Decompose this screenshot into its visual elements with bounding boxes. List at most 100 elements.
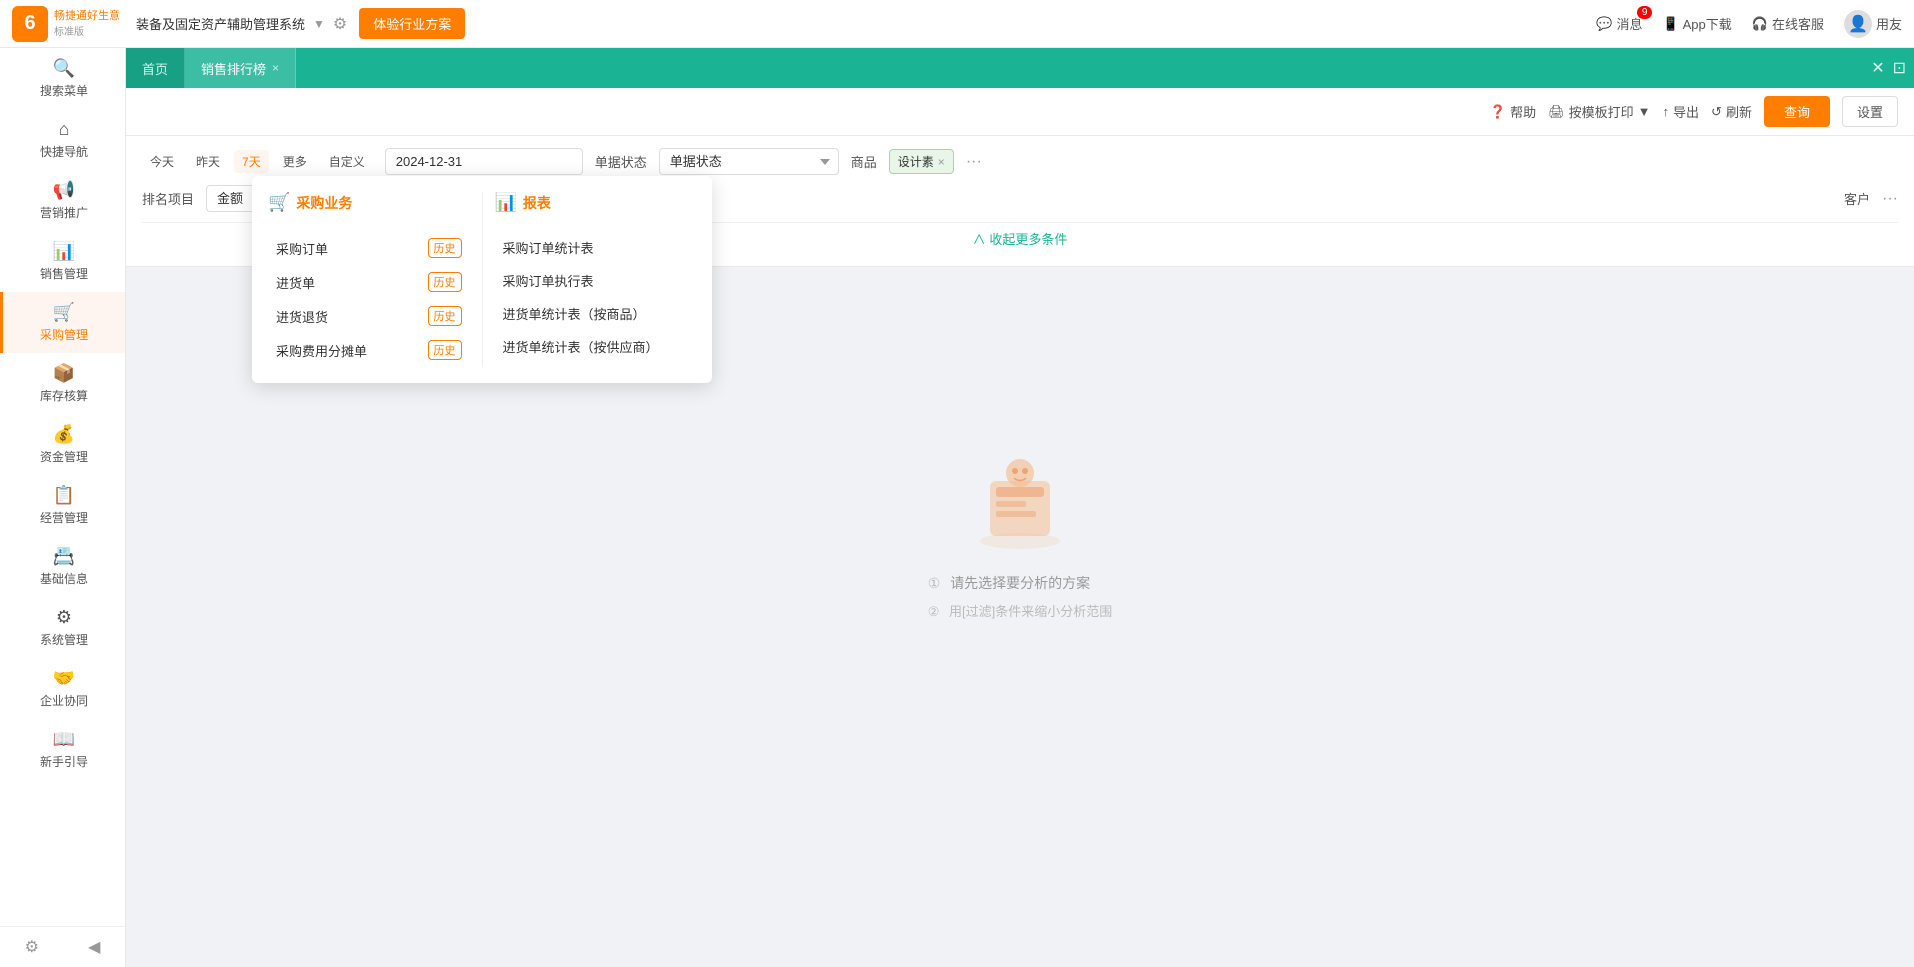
empty-hint-1: ① 请先选择要分析的方案 (928, 573, 1090, 593)
sidebar-item-label: 快捷导航 (40, 143, 88, 160)
tab-restore-btn[interactable]: ⊡ (1893, 58, 1906, 78)
help-btn[interactable]: ❓ 帮助 (1490, 102, 1536, 121)
goods-tag-close[interactable]: × (938, 155, 945, 169)
status-label: 单据状态 (595, 152, 647, 171)
online-service-item[interactable]: 🎧 在线客服 (1752, 14, 1824, 33)
date-btn-7days[interactable]: 7天 (234, 150, 269, 173)
sidebar-item-label: 新手引导 (40, 753, 88, 770)
message-icon: 💬 (1596, 16, 1612, 32)
export-btn[interactable]: ↑ 导出 (1663, 102, 1700, 121)
sidebar-settings-btn[interactable]: ⚙ (25, 937, 39, 957)
filter-row-1: 今天 昨天 7天 更多 自定义 单据状态 单据状态 (142, 148, 1898, 175)
sidebar-item-cooperation[interactable]: 🤝 企业协同 (0, 658, 125, 719)
print-btn[interactable]: 🖨 按模板打印 ▼ (1548, 102, 1650, 121)
report-col-title: 📊 报表 (495, 192, 697, 219)
status-select[interactable]: 单据状态 (659, 148, 839, 175)
logo-icon: 6 (12, 6, 48, 42)
menu-item-label: 采购订单 (276, 239, 328, 258)
sidebar-bottom: ⚙ ◀ (0, 926, 125, 967)
goods-filter-more[interactable]: ··· (966, 153, 982, 171)
report-col-label: 报表 (523, 193, 551, 213)
help-icon: ❓ (1490, 104, 1506, 120)
user-item[interactable]: 👤 用友 (1844, 10, 1902, 38)
date-range-input[interactable] (385, 148, 583, 175)
basic-info-icon: 📇 (53, 546, 75, 567)
refresh-btn[interactable]: ↺ 刷新 (1711, 102, 1752, 121)
menu-item-purchase-order-stat[interactable]: 采购订单统计表 (495, 231, 697, 264)
menu-item-receipt-stat-goods[interactable]: 进货单统计表（按商品） (495, 297, 697, 330)
sidebar-item-purchase[interactable]: 🛒 采购管理 (0, 292, 125, 353)
print-icon: 🖨 (1548, 104, 1565, 120)
date-btn-more[interactable]: 更多 (275, 150, 315, 173)
tab-right-controls: ✕ ⊡ (1871, 58, 1914, 78)
logo-area: 6 畅捷通好生意 标准版 (12, 6, 120, 42)
sidebar-item-operations[interactable]: 📋 经营管理 (0, 475, 125, 536)
industry-btn[interactable]: 体验行业方案 (359, 8, 465, 39)
sidebar-item-label: 搜索菜单 (40, 82, 88, 99)
collapse-icon: ∧ (973, 232, 986, 247)
purchase-dropdown-menu: 🛒 采购业务 采购订单 历史 进货单 历史 进货退货 (252, 176, 712, 383)
customer-label: 客户 (1844, 189, 1870, 208)
customer-filter-more[interactable]: ··· (1882, 190, 1898, 208)
menu-item-badge: 历史 (428, 238, 462, 258)
menu-item-purchase-receipt[interactable]: 进货单 历史 (268, 265, 470, 299)
sidebar-item-sales[interactable]: 📊 销售管理 (0, 231, 125, 292)
system-icon: ⚙ (56, 607, 72, 628)
menu-item-purchase-expense[interactable]: 采购费用分摊单 历史 (268, 333, 470, 367)
cooperation-icon: 🤝 (53, 668, 75, 689)
marketing-icon: 📢 (53, 180, 75, 201)
sidebar-collapse-btn[interactable]: ◀ (88, 937, 100, 957)
logo-line1: 畅捷通好生意 (54, 9, 120, 23)
purchase-col-title: 🛒 采购业务 (268, 192, 470, 219)
print-dropdown-icon[interactable]: ▼ (1638, 104, 1651, 119)
sidebar-item-label: 经营管理 (40, 509, 88, 526)
sidebar-item-finance[interactable]: 💰 资金管理 (0, 414, 125, 475)
message-badge: 9 (1637, 6, 1653, 19)
sidebar-item-guide[interactable]: 📖 新手引导 (0, 719, 125, 780)
settings-btn[interactable]: 设置 (1842, 96, 1898, 127)
menu-item-purchase-return[interactable]: 进货退货 历史 (268, 299, 470, 333)
date-btn-today[interactable]: 今天 (142, 150, 182, 173)
content-body: ❓ 帮助 🖨 按模板打印 ▼ ↑ 导出 ↺ 刷新 (126, 88, 1914, 967)
sidebar-item-marketing[interactable]: 📢 营销推广 (0, 170, 125, 231)
tab-bar: 首页 销售排行榜 × ✕ ⊡ (126, 48, 1914, 88)
menu-report-col: 📊 报表 采购订单统计表 采购订单执行表 进货单统计表（按商品） 进货单统计表（… (495, 192, 697, 367)
phone-icon: 📱 (1662, 16, 1678, 32)
goods-tag-text: 设计素 (898, 153, 934, 170)
menu-purchase-col: 🛒 采购业务 采购订单 历史 进货单 历史 进货退货 (268, 192, 470, 367)
menu-item-receipt-stat-supplier[interactable]: 进货单统计表（按供应商） (495, 330, 697, 363)
tab-sales-rank[interactable]: 销售排行榜 × (185, 48, 296, 88)
tab-close-icon[interactable]: × (272, 61, 279, 75)
tab-close-window-btn[interactable]: ✕ (1871, 58, 1884, 78)
purchase-menu-icon: 🛒 (268, 192, 290, 213)
logo-line2: 标准版 (54, 23, 120, 38)
app-download-item[interactable]: 📱 App下载 (1662, 14, 1731, 33)
sidebar-item-inventory[interactable]: 📦 库存核算 (0, 353, 125, 414)
title-dropdown-icon[interactable]: ▼ (313, 17, 325, 31)
date-quick: 今天 昨天 7天 更多 自定义 (142, 150, 373, 173)
menu-item-badge: 历史 (428, 306, 462, 326)
report-menu-icon: 📊 (495, 192, 517, 213)
goods-tag: 设计素 × (889, 149, 954, 174)
home-tab-label: 首页 (142, 59, 168, 78)
sidebar-item-basic-info[interactable]: 📇 基础信息 (0, 536, 125, 597)
sidebar-item-quick-nav[interactable]: ⌂ 快捷导航 (0, 109, 125, 170)
system-title: 装备及固定资产辅助管理系统 (136, 14, 305, 33)
message-item[interactable]: 💬 消息 9 (1596, 14, 1642, 33)
tab-home[interactable]: 首页 (126, 48, 185, 88)
sidebar-item-system[interactable]: ⚙ 系统管理 (0, 597, 125, 658)
guide-icon: 📖 (53, 729, 75, 750)
empty-hint-2: ② 用[过滤]条件来缩小分析范围 (928, 601, 1113, 620)
menu-item-label: 进货退货 (276, 307, 328, 326)
sidebar-item-search[interactable]: 🔍 搜索菜单 (0, 48, 125, 109)
date-btn-yesterday[interactable]: 昨天 (188, 150, 228, 173)
logo-text-block: 畅捷通好生意 标准版 (54, 9, 120, 38)
query-btn[interactable]: 查询 (1764, 96, 1830, 127)
menu-item-purchase-order[interactable]: 采购订单 历史 (268, 231, 470, 265)
date-btn-custom[interactable]: 自定义 (321, 150, 373, 173)
settings-icon-btn[interactable]: ⚙ (333, 14, 347, 34)
sales-icon: 📊 (53, 241, 75, 262)
sidebar: 🔍 搜索菜单 ⌂ 快捷导航 📢 营销推广 📊 销售管理 🛒 采购管理 📦 (0, 48, 126, 967)
menu-item-purchase-order-exec[interactable]: 采购订单执行表 (495, 264, 697, 297)
app-container: 6 畅捷通好生意 标准版 装备及固定资产辅助管理系统 ▼ ⚙ 体验行业方案 💬 … (0, 0, 1914, 967)
